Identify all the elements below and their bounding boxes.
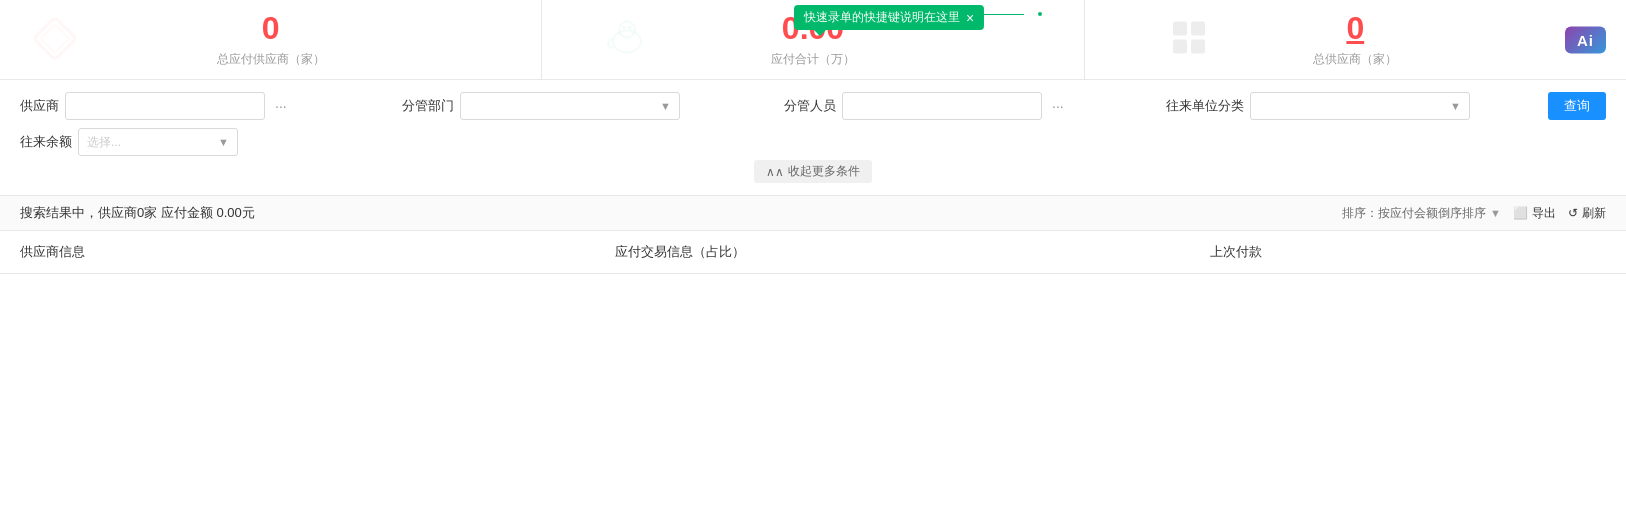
tooltip-close-btn[interactable]: × — [966, 11, 974, 25]
dept-label: 分管部门 — [402, 97, 454, 115]
sort-label: 排序：按应付会额倒序排序 — [1342, 205, 1486, 222]
payable-suppliers-number: 0 — [262, 11, 280, 46]
export-btn[interactable]: ⬜ 导出 — [1513, 205, 1556, 222]
total-suppliers-label: 总供应商（家） — [1313, 51, 1397, 68]
collapse-label: 收起更多条件 — [788, 163, 860, 180]
collapse-row: ∧∧ 收起更多条件 — [20, 156, 1606, 187]
balance-filter: 往来余额 选择... ▼ — [20, 128, 238, 156]
refresh-label: 刷新 — [1582, 205, 1606, 222]
ai-badge: Ai — [1565, 26, 1606, 53]
sort-select[interactable]: 排序：按应付会额倒序排序 ▼ — [1342, 205, 1501, 222]
results-summary: 搜索结果中，供应商0家 应付金额 0.00元 — [20, 204, 255, 222]
payable-suppliers-label: 总应付供应商（家） — [217, 51, 325, 68]
balance-chevron-icon: ▼ — [218, 136, 229, 148]
person-input[interactable] — [842, 92, 1042, 120]
dept-chevron-icon: ▼ — [660, 100, 671, 112]
svg-rect-6 — [1173, 21, 1187, 35]
table-body — [0, 274, 1626, 515]
dept-filter: 分管部门 ▼ — [402, 92, 772, 120]
refresh-btn[interactable]: ↺ 刷新 — [1568, 205, 1606, 222]
dept-select[interactable]: ▼ — [460, 92, 680, 120]
search-button[interactable]: 查询 — [1548, 92, 1606, 120]
table-header: 供应商信息 应付交易信息（占比） 上次付款 — [0, 231, 1626, 274]
svg-rect-7 — [1191, 21, 1205, 35]
supplier-input[interactable] — [65, 92, 265, 120]
svg-rect-8 — [1173, 39, 1187, 53]
stat-total-suppliers: 0 总供应商（家） Ai — [1085, 0, 1626, 79]
export-label: 导出 — [1532, 205, 1556, 222]
refresh-icon: ↺ — [1568, 206, 1578, 220]
person-dots-btn[interactable]: ··· — [1048, 98, 1068, 114]
svg-rect-9 — [1191, 39, 1205, 53]
person-label: 分管人员 — [784, 97, 836, 115]
stat-total-payable-suppliers: 0 总应付供应商（家） — [0, 0, 542, 79]
unit-class-chevron-icon: ▼ — [1450, 100, 1461, 112]
collapse-btn[interactable]: ∧∧ 收起更多条件 — [754, 160, 872, 183]
tooltip-text: 快速录单的快捷键说明在这里 — [804, 9, 960, 26]
svg-point-2 — [613, 30, 641, 52]
stat-payable-total: 快速录单的快捷键说明在这里 × 0.00 应付合计（万） — [542, 0, 1084, 79]
results-bar: 搜索结果中，供应商0家 应付金额 0.00元 排序：按应付会额倒序排序 ▼ ⬜ … — [0, 196, 1626, 231]
svg-point-4 — [623, 26, 626, 29]
balance-placeholder: 选择... — [87, 134, 121, 151]
supplier-dots-btn[interactable]: ··· — [271, 98, 291, 114]
th-supplier-info: 供应商信息 — [20, 243, 615, 261]
filter-row-2: 往来余额 选择... ▼ — [20, 128, 1606, 156]
sort-chevron-icon: ▼ — [1490, 207, 1501, 219]
grid-icon — [1165, 13, 1215, 66]
pig-icon — [602, 13, 652, 66]
unit-class-filter: 往来单位分类 ▼ — [1166, 92, 1536, 120]
supplier-filter: 供应商 ··· — [20, 92, 390, 120]
balance-select[interactable]: 选择... ▼ — [78, 128, 238, 156]
svg-point-5 — [629, 26, 632, 29]
svg-rect-0 — [34, 17, 76, 59]
filter-row-1: 供应商 ··· 分管部门 ▼ 分管人员 ··· 往来单位分类 ▼ — [20, 92, 1606, 120]
results-actions: 排序：按应付会额倒序排序 ▼ ⬜ 导出 ↺ 刷新 — [1342, 205, 1606, 222]
export-icon: ⬜ — [1513, 206, 1528, 220]
th-last-payment: 上次付款 — [1210, 243, 1607, 261]
payable-total-label: 应付合计（万） — [771, 51, 855, 68]
tooltip-indicator — [974, 10, 1044, 18]
tooltip-popup: 快速录单的快捷键说明在这里 × — [794, 5, 984, 30]
total-suppliers-number: 0 — [1346, 11, 1364, 46]
th-payable-info: 应付交易信息（占比） — [615, 243, 1210, 261]
supplier-label: 供应商 — [20, 97, 59, 115]
balance-label: 往来余额 — [20, 133, 72, 151]
person-filter: 分管人员 ··· — [784, 92, 1154, 120]
diamond-icon — [30, 13, 80, 66]
stats-bar: 0 总应付供应商（家） 快速录单的快捷键说明在这里 × 0.00 应付合计（万） — [0, 0, 1626, 80]
collapse-up-icon: ∧∧ — [766, 165, 784, 179]
table-container: 供应商信息 应付交易信息（占比） 上次付款 — [0, 231, 1626, 515]
unit-class-select[interactable]: ▼ — [1250, 92, 1470, 120]
filter-bar: 供应商 ··· 分管部门 ▼ 分管人员 ··· 往来单位分类 ▼ — [0, 80, 1626, 196]
unit-class-label: 往来单位分类 — [1166, 97, 1244, 115]
